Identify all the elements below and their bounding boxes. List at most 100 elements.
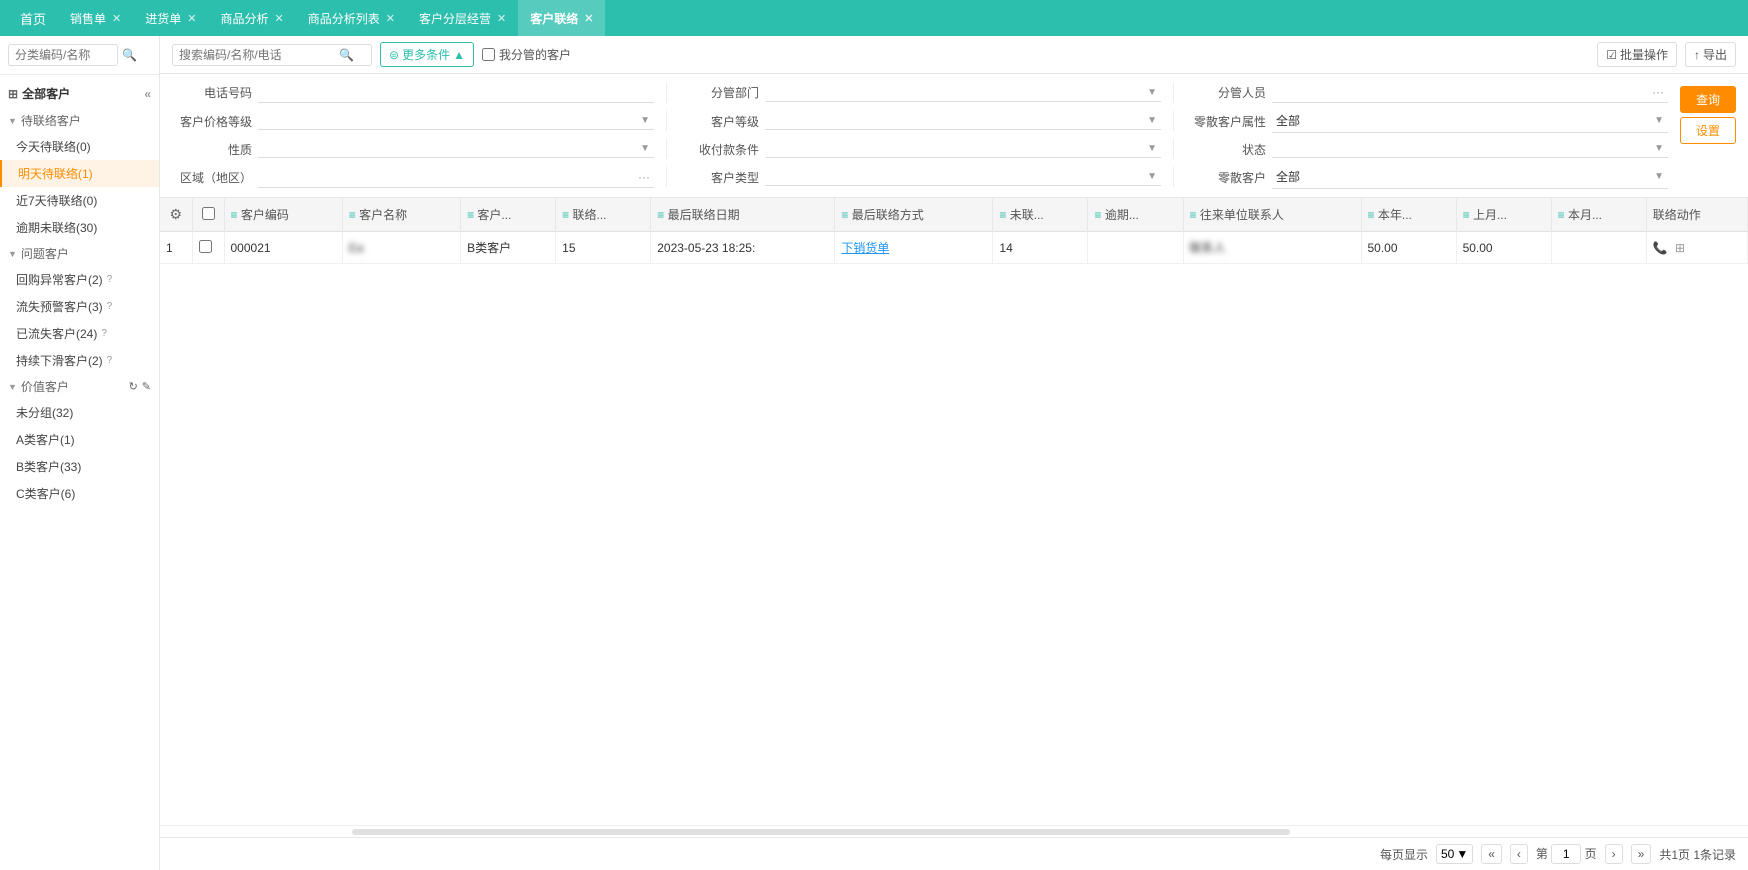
td-check	[192, 232, 224, 264]
sidebar-item-declining[interactable]: 持续下滑客户(2) ?	[0, 347, 159, 374]
sidebar-group-value[interactable]: 价值客户 ↻ ✎	[0, 374, 159, 399]
sidebar-item-tomorrow-pending[interactable]: 明天待联络(1)	[0, 160, 159, 187]
dept-select[interactable]: ▼	[765, 84, 1161, 102]
sidebar-item-overdue-pending[interactable]: 逾期未联络(30)	[0, 214, 159, 241]
nav-product-analysis[interactable]: 商品分析 ✕	[208, 0, 295, 36]
sidebar-item-churn-warning[interactable]: 流失预警客户(3) ?	[0, 293, 159, 320]
last-contact-link[interactable]: 下销货单	[841, 241, 889, 255]
close-icon[interactable]: ✕	[112, 12, 121, 25]
first-page-button[interactable]: «	[1481, 844, 1502, 864]
dept-label: 分管部门	[679, 84, 759, 101]
dots-icon[interactable]: ···	[1652, 85, 1664, 99]
pagination: 每页显示 50 ▼ « ‹ 第 页 › » 共1页 1条记录	[160, 837, 1748, 870]
sidebar-item-churned[interactable]: 已流失客户(24) ?	[0, 320, 159, 347]
retail-attr-select[interactable]: 全部 ▼	[1272, 109, 1668, 133]
sidebar-all-customers[interactable]: ⊞ 全部客户 «	[0, 79, 159, 108]
cust-type-label: 客户类型	[679, 169, 759, 186]
nav-customer-tier[interactable]: 客户分层经营 ✕	[407, 0, 518, 36]
question-icon: ?	[101, 328, 107, 339]
page-size-select[interactable]: 50 ▼	[1436, 844, 1473, 864]
sidebar-item-class-b[interactable]: B类客户(33)	[0, 453, 159, 480]
nav-sales[interactable]: 销售单 ✕	[58, 0, 133, 36]
person-label: 分管人员	[1186, 84, 1266, 101]
filter-cell-phone: 电话号码	[172, 82, 654, 103]
sidebar-group-pending[interactable]: 待联络客户	[0, 108, 159, 133]
refresh-icon[interactable]: ↻	[129, 380, 138, 393]
filter-panel-actions: 查询 设置	[1680, 86, 1736, 144]
price-grade-select[interactable]: ▼	[258, 112, 654, 130]
cust-type-select[interactable]: ▼	[765, 168, 1161, 186]
td-type: B类客户	[461, 232, 556, 264]
sidebar-item-class-c[interactable]: C类客户(6)	[0, 480, 159, 507]
phone-action-icon[interactable]: 📞	[1653, 241, 1668, 255]
person-select[interactable]: ···	[1272, 82, 1668, 103]
nav-purchase[interactable]: 进货单 ✕	[133, 0, 208, 36]
status-label: 状态	[1186, 141, 1266, 158]
th-this-month: ≡ 本月...	[1551, 198, 1646, 232]
sidebar-search-icon[interactable]: 🔍	[122, 48, 137, 62]
grid-action-icon[interactable]: ⊞	[1675, 241, 1685, 255]
status-select[interactable]: ▼	[1272, 140, 1668, 158]
page-info: 第 页	[1536, 844, 1597, 864]
filter-panel: 电话号码 分管部门 ▼ 分管人员	[160, 74, 1748, 198]
filter-icon: ⊜	[389, 48, 399, 62]
close-icon[interactable]: ✕	[386, 12, 395, 25]
filter-cell-person: 分管人员 ···	[1186, 82, 1668, 103]
filter-row-3: 性质 ▼ 收付款条件 ▼	[172, 139, 1668, 159]
chevron-down-icon: ▼	[1654, 115, 1664, 126]
nature-select[interactable]: ▼	[258, 140, 654, 158]
nav-product-analysis-list[interactable]: 商品分析列表 ✕	[296, 0, 407, 36]
close-icon[interactable]: ✕	[275, 12, 284, 25]
phone-input[interactable]	[258, 82, 654, 103]
select-all-check[interactable]	[202, 207, 215, 220]
th-unlinked-days: ≡ 未联...	[993, 198, 1088, 232]
retail-cust-select[interactable]: 全部 ▼	[1272, 165, 1668, 189]
filter-row-4: 区域（地区） ··· 客户类型 ▼	[172, 165, 1668, 189]
my-customers-check[interactable]	[482, 48, 495, 61]
table-wrap: ⚙ ≡ 客户编码 ≡ 客户名称 ≡ 客户... ≡ 联络... ≡ 最后联络日期…	[160, 198, 1748, 825]
th-name: ≡ 客户名称	[342, 198, 460, 232]
my-customers-checkbox[interactable]: 我分管的客户	[482, 46, 571, 63]
sidebar-item-ungrouped[interactable]: 未分组(32)	[0, 399, 159, 426]
export-button[interactable]: ↑ 导出	[1685, 42, 1736, 67]
customer-name-text: Ea	[349, 241, 364, 255]
td-code: 000021	[224, 232, 342, 264]
last-page-button[interactable]: »	[1631, 844, 1652, 864]
batch-ops-button[interactable]: ☑ 批量操作	[1597, 42, 1677, 67]
dots-icon[interactable]: ···	[638, 170, 650, 184]
sidebar-item-repurchase-abnormal[interactable]: 回购异常客户(2) ?	[0, 266, 159, 293]
close-icon[interactable]: ✕	[497, 12, 506, 25]
query-button[interactable]: 查询	[1680, 86, 1736, 113]
collapse-icon[interactable]: «	[144, 87, 151, 101]
sidebar-search-input[interactable]	[8, 44, 118, 66]
grid-icon: ⊞	[8, 87, 18, 101]
search-wrap: 🔍	[172, 44, 372, 66]
th-settings[interactable]: ⚙	[160, 198, 192, 232]
prev-page-button[interactable]: ‹	[1510, 844, 1528, 864]
more-conditions-button[interactable]: ⊜ 更多条件 ▲	[380, 42, 474, 67]
sidebar-item-class-a[interactable]: A类客户(1)	[0, 426, 159, 453]
sidebar-item-7days-pending[interactable]: 近7天待联络(0)	[0, 187, 159, 214]
payment-select[interactable]: ▼	[765, 140, 1161, 158]
next-page-button[interactable]: ›	[1605, 844, 1623, 864]
page-number-input[interactable]	[1551, 844, 1581, 864]
close-icon[interactable]: ✕	[187, 12, 196, 25]
row-check[interactable]	[199, 240, 212, 253]
horizontal-scrollbar[interactable]	[352, 829, 1290, 835]
sidebar-item-today-pending[interactable]: 今天待联络(0)	[0, 133, 159, 160]
close-icon[interactable]: ✕	[584, 12, 593, 25]
price-grade-label: 客户价格等级	[172, 113, 252, 130]
th-check	[192, 198, 224, 232]
nav-home[interactable]: 首页	[8, 0, 58, 36]
th-actions: 联络动作	[1646, 198, 1747, 232]
nav-customer-contact[interactable]: 客户联络 ✕	[518, 0, 605, 36]
td-name: Ea	[342, 232, 460, 264]
filter-actions: ☑ 批量操作 ↑ 导出	[1597, 42, 1736, 67]
region-select[interactable]: ···	[258, 167, 654, 188]
sidebar-group-problem[interactable]: 问题客户	[0, 241, 159, 266]
search-input[interactable]	[179, 48, 339, 62]
settings-button[interactable]: 设置	[1680, 117, 1736, 144]
edit-value-icon[interactable]: ✎	[142, 380, 151, 393]
cust-grade-select[interactable]: ▼	[765, 112, 1161, 130]
search-button[interactable]: 🔍	[339, 48, 354, 62]
